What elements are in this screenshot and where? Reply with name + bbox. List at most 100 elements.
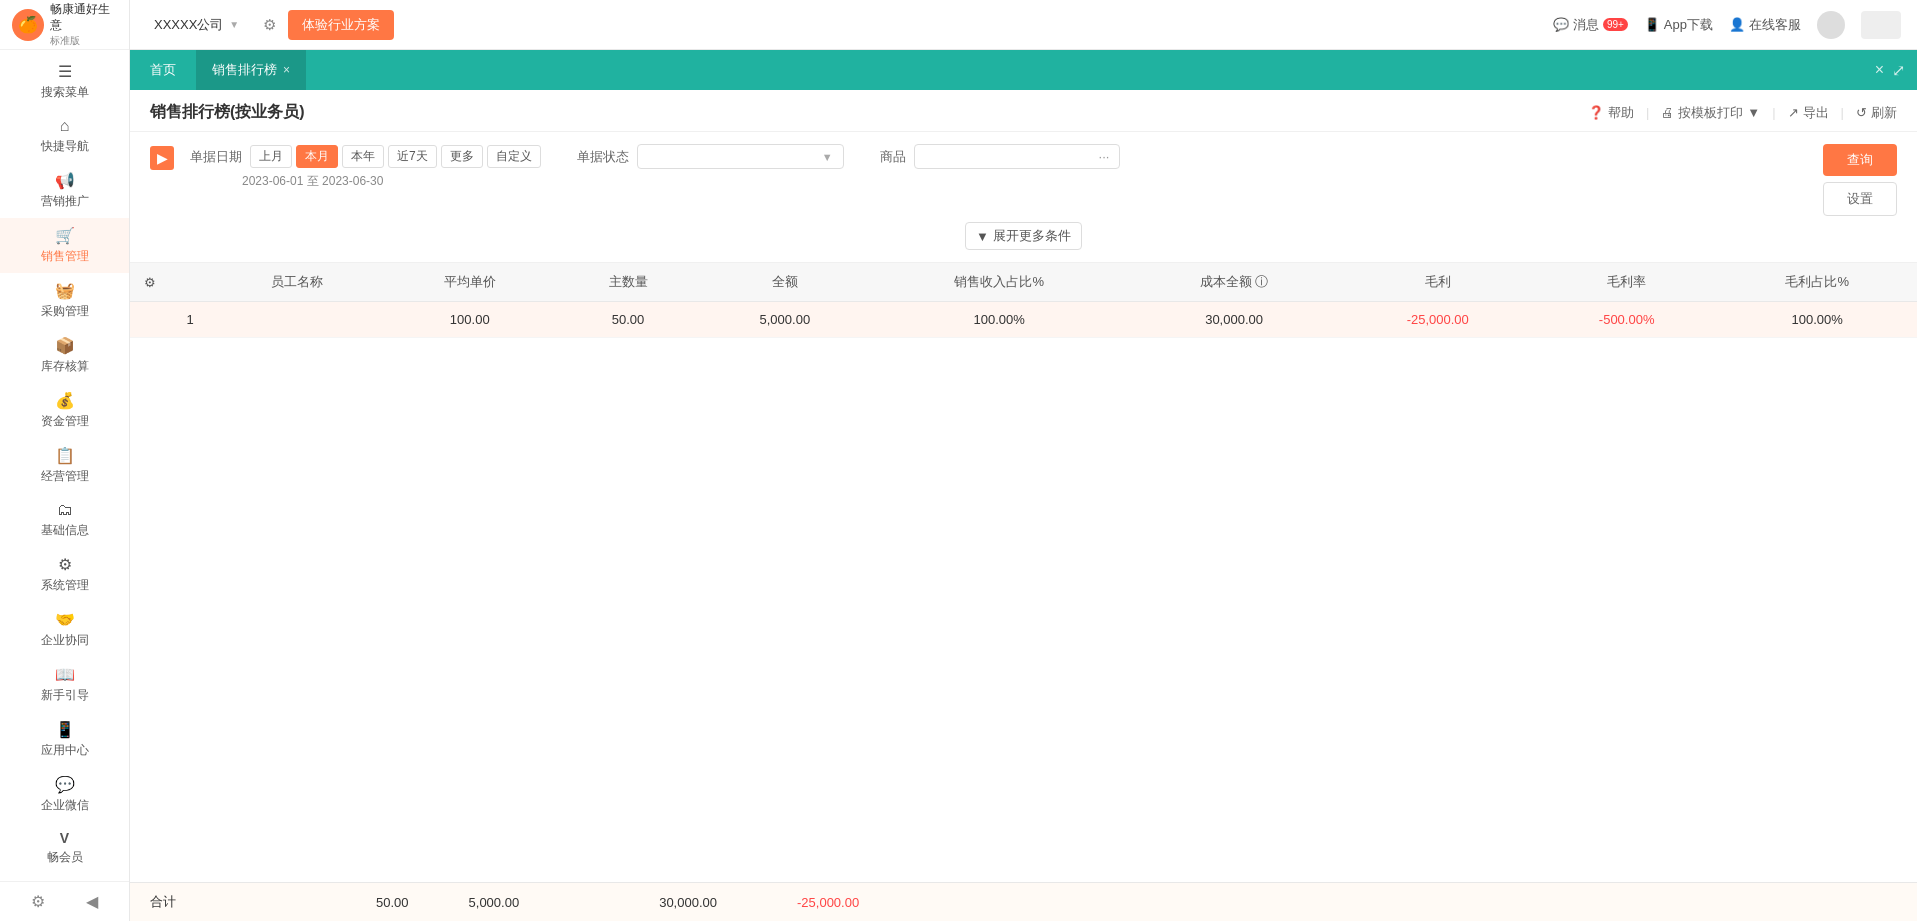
sidebar-item-purchase[interactable]: 🧺 采购管理 — [0, 273, 129, 328]
date-more-btn[interactable]: 更多 — [441, 145, 483, 168]
page-title: 销售排行榜(按业务员) — [150, 102, 305, 123]
divider2: | — [1772, 105, 1775, 120]
sidebar-item-wechat[interactable]: 💬 企业微信 — [0, 767, 129, 822]
date-curr-month-btn[interactable]: 本月 — [296, 145, 338, 168]
col-gross-rate-header: 毛利率 — [1536, 263, 1717, 302]
date-year-btn[interactable]: 本年 — [342, 145, 384, 168]
guide-icon: 📖 — [55, 665, 75, 684]
sidebar-bottom: ⚙ ◀ — [0, 881, 129, 921]
row-gross-ratio-cell: 100.00% — [1717, 302, 1917, 338]
filters-main: 单据日期 上月 本月 本年 近7天 更多 自定义 — [190, 144, 1807, 190]
sales-icon: 🛒 — [55, 226, 75, 245]
sidebar-item-sales[interactable]: 🛒 销售管理 — [0, 218, 129, 273]
sidebar-logo: 🍊 畅康通好生意 标准版 — [0, 0, 129, 50]
sidebar-item-marketing[interactable]: 📢 营销推广 — [0, 163, 129, 218]
date-range-text: 2023-06-01 至 2023-06-30 — [242, 174, 383, 188]
row-amount-cell: 5,000.00 — [700, 302, 870, 338]
sidebar-item-label: 企业微信 — [41, 797, 89, 814]
user-menu[interactable] — [1861, 11, 1901, 39]
refresh-button[interactable]: ↺ 刷新 — [1856, 104, 1897, 122]
template-print-button[interactable]: 🖨 按模板打印 ▼ — [1661, 104, 1760, 122]
row-settings-cell — [130, 302, 170, 338]
footer-cost: 30,000.00 — [659, 895, 717, 910]
app-download-button[interactable]: 📱 App下载 — [1644, 16, 1713, 34]
main-area: XXXXX公司 ▼ ⚙ 体验行业方案 💬 消息 99+ 📱 App下载 👤 在线… — [130, 0, 1917, 921]
sidebar-item-label: 基础信息 — [41, 522, 89, 539]
expand-more-button[interactable]: ▼ 展开更多条件 — [965, 222, 1082, 250]
message-label: 消息 — [1573, 16, 1599, 34]
tab-home[interactable]: 首页 — [130, 50, 196, 90]
goods-field[interactable] — [925, 149, 1093, 164]
tab-bar: 首页 销售排行榜 × × ⤢ — [130, 50, 1917, 90]
export-button[interactable]: ↗ 导出 — [1788, 104, 1829, 122]
sidebar-item-search[interactable]: ☰ 搜索菜单 — [0, 54, 129, 109]
sidebar-item-shortcut[interactable]: ⌂ 快捷导航 — [0, 109, 129, 163]
try-solution-button[interactable]: 体验行业方案 — [288, 10, 394, 40]
settings-button[interactable]: 设置 — [1823, 182, 1897, 216]
sidebar-item-finance[interactable]: 💰 资金管理 — [0, 383, 129, 438]
page-header: 销售排行榜(按业务员) ❓ 帮助 | 🖨 按模板打印 ▼ | ↗ — [130, 90, 1917, 132]
sidebar-item-label: 搜索菜单 — [41, 84, 89, 101]
user-avatar[interactable] — [1817, 11, 1845, 39]
sidebar-settings-icon[interactable]: ⚙ — [31, 892, 45, 911]
print-icon: 🖨 — [1661, 105, 1674, 120]
sidebar-item-label: 销售管理 — [41, 248, 89, 265]
tab-minimize-icon[interactable]: × — [1875, 61, 1884, 79]
query-button[interactable]: 查询 — [1823, 144, 1897, 176]
message-button[interactable]: 💬 消息 99+ — [1553, 16, 1628, 34]
sidebar-item-apps[interactable]: 📱 应用中心 — [0, 712, 129, 767]
divider3: | — [1841, 105, 1844, 120]
home-icon: ⌂ — [60, 117, 70, 135]
company-selector[interactable]: XXXXX公司 ▼ — [146, 12, 247, 38]
sidebar-item-inventory[interactable]: 📦 库存核算 — [0, 328, 129, 383]
filter-expand-arrow[interactable]: ▶ — [150, 146, 174, 170]
tab-sales-ranking[interactable]: 销售排行榜 × — [196, 50, 306, 90]
tab-expand-icon[interactable]: ⤢ — [1892, 61, 1905, 80]
status-label: 单据状态 — [577, 148, 629, 166]
app-logo-text: 畅康通好生意 标准版 — [50, 2, 117, 46]
sidebar-item-member[interactable]: V 畅会员 — [0, 822, 129, 874]
download-icon: 📱 — [1644, 17, 1660, 32]
company-settings-icon[interactable]: ⚙ — [263, 16, 276, 34]
sidebar-item-basic[interactable]: 🗂 基础信息 — [0, 493, 129, 547]
tab-close-icon[interactable]: × — [283, 63, 290, 77]
row-cost-cell: 30,000.00 — [1129, 302, 1340, 338]
col-settings-header[interactable]: ⚙ — [130, 263, 170, 302]
collab-icon: 🤝 — [55, 610, 75, 629]
sidebar-item-collab[interactable]: 🤝 企业协同 — [0, 602, 129, 657]
goods-more-icon: ··· — [1099, 149, 1110, 164]
sidebar: 🍊 畅康通好生意 标准版 ☰ 搜索菜单 ⌂ 快捷导航 📢 营销推广 🛒 销售管理… — [0, 0, 130, 921]
sidebar-item-operations[interactable]: 📋 经营管理 — [0, 438, 129, 493]
status-input[interactable]: ▼ — [637, 144, 844, 169]
table-footer: 合计 50.00 5,000.00 30,000.00 -25,000.00 — [130, 882, 1917, 921]
service-icon: 👤 — [1729, 17, 1745, 32]
filter-area: ▶ 单据日期 上月 本月 本年 近7 — [130, 132, 1917, 263]
sidebar-item-guide[interactable]: 📖 新手引导 — [0, 657, 129, 712]
table-settings-icon[interactable]: ⚙ — [144, 275, 156, 290]
date-custom-btn[interactable]: 自定义 — [487, 145, 541, 168]
print-caret-icon: ▼ — [1747, 105, 1760, 120]
status-field[interactable] — [648, 149, 816, 164]
sidebar-item-label: 系统管理 — [41, 577, 89, 594]
goods-label: 商品 — [880, 148, 906, 166]
page-container: 销售排行榜(按业务员) ❓ 帮助 | 🖨 按模板打印 ▼ | ↗ — [130, 90, 1917, 921]
row-gross-cell: -25,000.00 — [1340, 302, 1536, 338]
marketing-icon: 📢 — [55, 171, 75, 190]
sidebar-item-label: 企业协同 — [41, 632, 89, 649]
help-icon: ❓ — [1588, 105, 1604, 120]
online-service-button[interactable]: 👤 在线客服 — [1729, 16, 1801, 34]
sidebar-item-system[interactable]: ⚙ 系统管理 — [0, 547, 129, 602]
apps-icon: 📱 — [55, 720, 75, 739]
date-prev-month-btn[interactable]: 上月 — [250, 145, 292, 168]
date-label: 单据日期 — [190, 148, 242, 166]
status-caret-icon: ▼ — [822, 151, 833, 163]
goods-input[interactable]: ··· — [914, 144, 1121, 169]
export-label: 导出 — [1803, 104, 1829, 122]
date-options: 上月 本月 本年 近7天 更多 自定义 — [250, 145, 541, 168]
date-7days-btn[interactable]: 近7天 — [388, 145, 437, 168]
top-header: XXXXX公司 ▼ ⚙ 体验行业方案 💬 消息 99+ 📱 App下载 👤 在线… — [130, 0, 1917, 50]
help-button[interactable]: ❓ 帮助 — [1588, 104, 1634, 122]
sidebar-item-label: 新手引导 — [41, 687, 89, 704]
app-logo-icon: 🍊 — [12, 9, 44, 41]
sidebar-collapse-icon[interactable]: ◀ — [86, 892, 98, 911]
